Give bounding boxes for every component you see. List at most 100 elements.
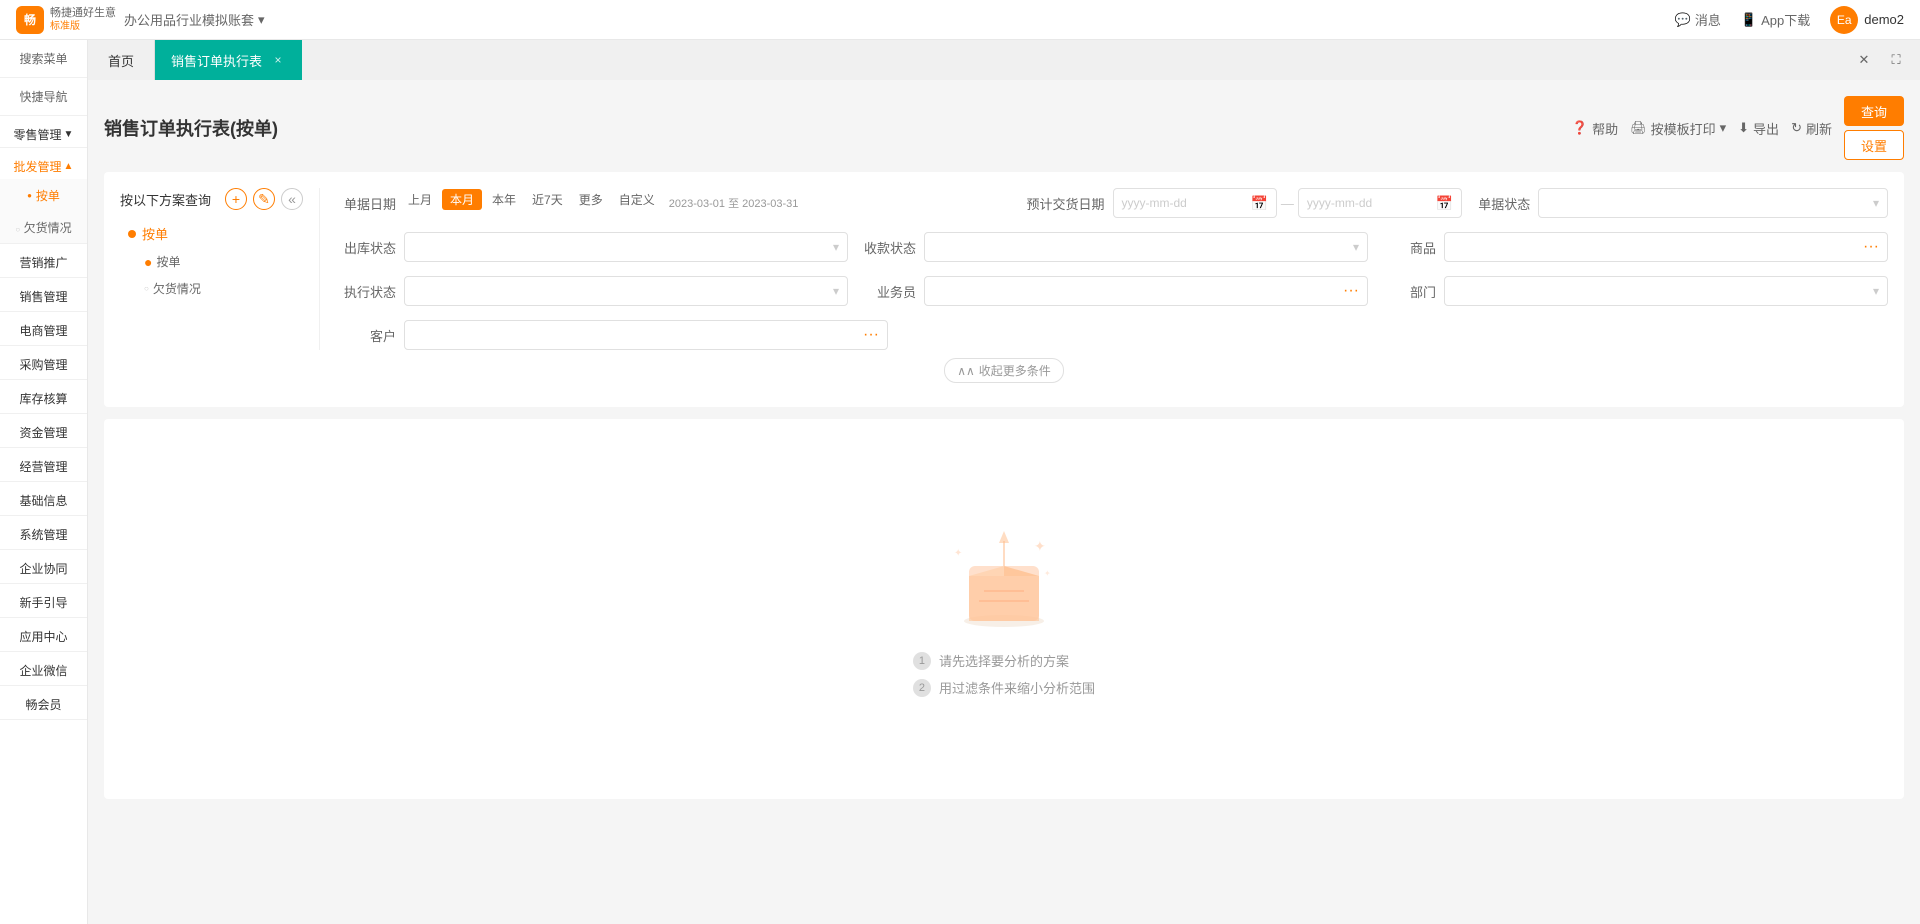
sidebar-item-operation[interactable]: 经营管理: [0, 448, 87, 482]
outbound-label: 出库状态: [336, 238, 396, 257]
date-tab-custom[interactable]: 自定义: [613, 189, 661, 210]
settings-button[interactable]: 设置: [1844, 130, 1904, 160]
exec-label: 执行状态: [336, 282, 396, 301]
query-actions: 查询 设置: [1844, 96, 1904, 160]
sidebar-item-system[interactable]: 系统管理: [0, 516, 87, 550]
date-tab-more[interactable]: 更多: [573, 189, 609, 210]
results-panel: ✦ ✦ ✦ 1: [104, 419, 1904, 799]
app-download-action[interactable]: 📱 App下载: [1741, 10, 1810, 29]
collapse-button[interactable]: ∧∧ 收起更多条件: [944, 358, 1064, 383]
sidebar-wholesale-sub: ● 按单 ○ 欠货情况: [0, 179, 87, 243]
schema-item-main[interactable]: 按单: [120, 218, 303, 249]
query-button[interactable]: 查询: [1844, 96, 1904, 126]
logo-icon: 畅: [16, 6, 44, 34]
plus-icon: +: [232, 191, 240, 207]
goods-label: 商品: [1376, 238, 1436, 257]
sub-circle-icon: ○: [144, 284, 149, 293]
svg-text:✦: ✦: [1034, 538, 1046, 554]
sidebar-item-ecommerce[interactable]: 电商管理: [0, 312, 87, 346]
schema-sub-item-2[interactable]: ○ 欠货情况: [136, 276, 303, 301]
sidebar-search-menu[interactable]: 搜索菜单: [0, 40, 87, 78]
sidebar-item-wechat[interactable]: 企业微信: [0, 652, 87, 686]
sidebar-item-sales[interactable]: 销售管理: [0, 278, 87, 312]
sidebar-item-member[interactable]: 畅会员: [0, 686, 87, 720]
expected-date-to-input[interactable]: yyyy-mm-dd 📅: [1298, 188, 1462, 218]
refresh-button[interactable]: ↻ 刷新: [1791, 119, 1832, 138]
user-area[interactable]: Ea demo2: [1830, 6, 1904, 34]
template-print-button[interactable]: 🖨 按模板打印 ▾: [1630, 119, 1726, 138]
svg-text:✦: ✦: [1044, 569, 1051, 578]
expected-date-from-input[interactable]: yyyy-mm-dd 📅: [1113, 188, 1277, 218]
salesperson-input[interactable]: ···: [924, 276, 1368, 306]
customer-more-icon[interactable]: ···: [863, 326, 879, 344]
salesperson-more-icon[interactable]: ···: [1343, 282, 1359, 300]
sidebar-item-retail[interactable]: 零售管理 ▼: [0, 116, 87, 147]
sidebar-item-inventory[interactable]: 库存核算: [0, 380, 87, 414]
logo-text: 畅捷通好生意 标准版: [50, 6, 116, 33]
sidebar: 搜索菜单 快捷导航 零售管理 ▼ 批发管理 ▲ ● 按单 ○ 欠货情况: [0, 40, 88, 924]
sidebar-item-purchase[interactable]: 采购管理: [0, 346, 87, 380]
filter-panel: 按以下方案查询 + ✎ «: [104, 172, 1904, 407]
page-header-actions: ❓ 帮助 🖨 按模板打印 ▾ ⬇ 导出 ↻ 刷新: [1572, 96, 1904, 160]
customer-input[interactable]: ···: [404, 320, 888, 350]
collapse-up-icon: ∧∧: [957, 364, 975, 378]
outbound-status-select[interactable]: ▾: [404, 232, 848, 262]
export-button[interactable]: ⬇ 导出: [1738, 119, 1779, 138]
help-button[interactable]: ❓ 帮助: [1572, 119, 1618, 138]
tab-maximize-button[interactable]: ⛶: [1884, 48, 1908, 72]
schema-sub-item-1[interactable]: ● 按单: [136, 249, 303, 274]
goods-more-icon[interactable]: ···: [1863, 238, 1879, 256]
filter-fields: 单据日期 上月 本月 本年 近7天 更多 自定义: [320, 188, 1888, 350]
cal-from-icon: 📅: [1250, 195, 1267, 212]
tip-num-2: 2: [913, 679, 931, 697]
sidebar-item-finance[interactable]: 资金管理: [0, 414, 87, 448]
wholesale-arrow-icon: ▲: [64, 161, 74, 172]
cal-to-icon: 📅: [1436, 195, 1453, 212]
empty-tip-2: 2 用过滤条件来缩小分析范围: [913, 678, 1095, 697]
logo-area: 畅 畅捷通好生意 标准版: [16, 6, 116, 34]
sidebar-item-marketing[interactable]: 营销推广: [0, 244, 87, 278]
sidebar-item-wholesale[interactable]: 批发管理 ▲: [0, 148, 87, 179]
expected-date-label: 预计交货日期: [1027, 194, 1105, 213]
sidebar-quick-nav[interactable]: 快捷导航: [0, 78, 87, 116]
company-dropdown-icon: ▾: [258, 12, 265, 28]
date-tab-this-month[interactable]: 本月: [442, 189, 482, 210]
schema-panel: 按以下方案查询 + ✎ «: [120, 188, 320, 350]
exec-status-select[interactable]: ▾: [404, 276, 848, 306]
goods-input[interactable]: ···: [1444, 232, 1888, 262]
date-tab-7days[interactable]: 近7天: [526, 189, 569, 210]
receipt-status-select[interactable]: ▾: [924, 232, 1368, 262]
sidebar-item-apps[interactable]: 应用中心: [0, 618, 87, 652]
dept-select[interactable]: ▾: [1444, 276, 1888, 306]
sidebar-item-newbie[interactable]: 新手引导: [0, 584, 87, 618]
sidebar-sub-owe[interactable]: ○ 欠货情况: [0, 212, 87, 243]
tab-bar: 首页 销售订单执行表 × ✕ ⛶: [88, 40, 1920, 80]
retail-arrow-icon: ▼: [64, 129, 74, 140]
company-selector[interactable]: 办公用品行业模拟账套 ▾: [124, 10, 265, 29]
page-title: 销售订单执行表(按单): [104, 115, 278, 141]
schema-sub-list: ● 按单 ○ 欠货情况: [120, 249, 303, 301]
app-icon: 📱: [1741, 12, 1757, 28]
sidebar-item-base[interactable]: 基础信息: [0, 482, 87, 516]
date-tab-this-year[interactable]: 本年: [486, 189, 522, 210]
message-action[interactable]: 💬 消息: [1675, 10, 1721, 29]
tab-minimize-button[interactable]: ✕: [1852, 48, 1876, 72]
schema-collapse-button[interactable]: «: [281, 188, 303, 210]
main-layout: 搜索菜单 快捷导航 零售管理 ▼ 批发管理 ▲ ● 按单 ○ 欠货情况: [0, 40, 1920, 924]
filter-row-1: 单据日期 上月 本月 本年 近7天 更多 自定义: [336, 188, 1888, 218]
tab-home[interactable]: 首页: [88, 40, 155, 80]
schema-add-button[interactable]: +: [225, 188, 247, 210]
schema-dot-icon: ●: [27, 191, 32, 200]
schema-edit-button[interactable]: ✎: [253, 188, 275, 210]
sidebar-sub-schema[interactable]: ● 按单: [0, 179, 87, 212]
sidebar-item-corp[interactable]: 企业协同: [0, 550, 87, 584]
date-tab-last-month[interactable]: 上月: [402, 189, 438, 210]
bill-status-select[interactable]: ▾: [1538, 188, 1888, 218]
edit-icon: ✎: [258, 191, 270, 208]
tab-close-button[interactable]: ×: [270, 52, 286, 68]
customer-label: 客户: [336, 326, 396, 345]
exec-dropdown-icon: ▾: [833, 284, 839, 298]
tab-active[interactable]: 销售订单执行表 ×: [155, 40, 302, 80]
export-icon: ⬇: [1738, 120, 1749, 136]
outbound-dropdown-icon: ▾: [833, 240, 839, 254]
